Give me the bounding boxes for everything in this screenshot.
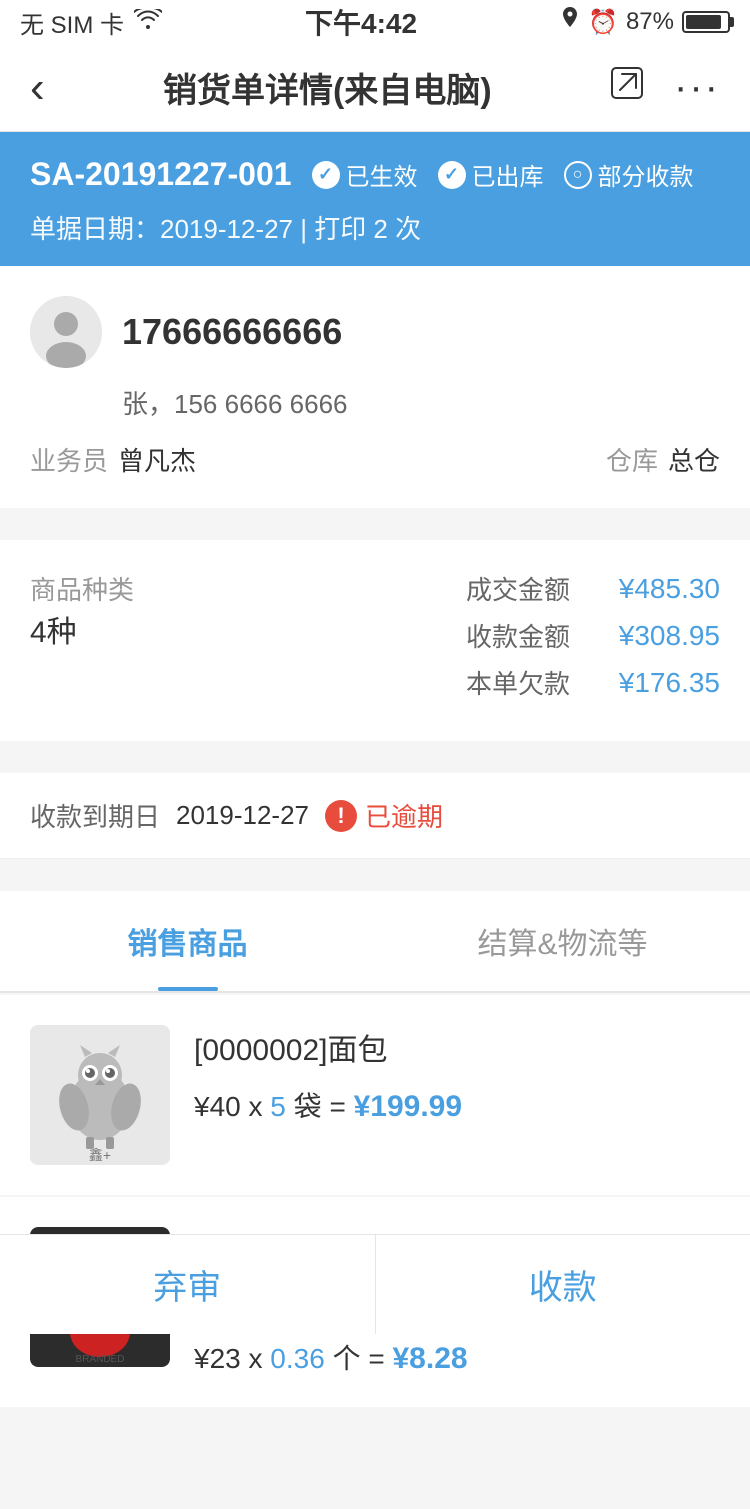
warehouse-name: 总仓 <box>668 441 720 478</box>
customer-meta: 业务员 曾凡杰 仓库 总仓 <box>30 441 720 478</box>
customer-id: 17666666666 <box>122 311 342 353</box>
check-icon-2: ✓ <box>438 161 466 189</box>
tab-underline <box>158 987 218 991</box>
due-date-value: 2019-12-27 <box>176 800 309 831</box>
alarm-icon: ⏰ <box>588 8 618 37</box>
carrier-text: 无 SIM 卡 <box>20 5 124 40</box>
nav-bar: ‹ 销货单详情(来自电脑) ··· <box>0 44 750 132</box>
clock-icon: ○ <box>564 161 592 189</box>
product-info-1: [0000002]面包 ¥40 x 5 袋 = ¥199.99 <box>194 1025 720 1125</box>
product-total-1: ¥199.99 <box>354 1090 462 1123</box>
check-icon-1: ✓ <box>312 161 340 189</box>
collect-payment-button[interactable]: 收款 <box>376 1235 750 1334</box>
badge-shipped: ✓ 已出库 <box>438 157 544 192</box>
svg-text:BRANDED: BRANDED <box>76 1354 125 1365</box>
amount-value: ¥485.30 <box>590 573 720 605</box>
nav-actions: ··· <box>610 65 720 110</box>
abandon-review-button[interactable]: 弃审 <box>0 1235 376 1334</box>
salesperson-label: 业务员 <box>30 441 108 478</box>
page-title: 销货单详情(来自电脑) <box>163 63 492 112</box>
overdue-badge: ! 已逾期 <box>325 797 443 834</box>
order-date: 单据日期：2019-12-27 | 打印 2 次 <box>30 209 720 246</box>
tab-sales[interactable]: 销售商品 <box>0 891 375 991</box>
salesperson-name: 曾凡杰 <box>118 441 196 478</box>
tabs-section: 销售商品 结算&物流等 <box>0 891 750 993</box>
stats-right: 成交金额 ¥485.30 收款金额 ¥308.95 本单欠款 ¥176.35 <box>466 570 720 711</box>
product-price-1: ¥40 x 5 袋 = ¥199.99 <box>194 1085 720 1125</box>
more-button[interactable]: ··· <box>674 65 720 110</box>
status-time: 下午4:42 <box>305 2 417 42</box>
stats-section: 商品种类 4种 成交金额 ¥485.30 收款金额 ¥308.95 本单欠款 ¥… <box>0 540 750 741</box>
product-qty-2: 0.36 <box>270 1343 325 1374</box>
battery-indicator <box>682 11 730 33</box>
type-count: 4种 <box>30 607 134 651</box>
tab-settlement[interactable]: 结算&物流等 <box>375 891 750 991</box>
location-icon <box>560 7 580 38</box>
due-date-section: 收款到期日 2019-12-27 ! 已逾期 <box>0 773 750 859</box>
customer-section: 17666666666 张，156 6666 6666 业务员 曾凡杰 仓库 总… <box>0 266 750 508</box>
product-item: 鑫+ [0000002]面包 ¥40 x 5 袋 = ¥199.99 <box>0 995 750 1195</box>
bottom-bar: 弃审 收款 <box>0 1234 750 1334</box>
due-label: 收款到期日 <box>30 797 160 834</box>
header-banner: SA-20191227-001 ✓ 已生效 ✓ 已出库 ○ 部分收款 单据日期：… <box>0 132 750 266</box>
owed-value: ¥176.35 <box>590 667 720 699</box>
warehouse-label: 仓库 <box>606 441 658 478</box>
overdue-icon: ! <box>325 800 357 832</box>
received-row: 收款金额 ¥308.95 <box>466 617 720 654</box>
battery-text: 87% <box>626 8 674 36</box>
status-right: ⏰ 87% <box>560 7 730 38</box>
product-total-2: ¥8.28 <box>393 1342 468 1375</box>
badge-partial-payment: ○ 部分收款 <box>564 157 694 192</box>
amount-row: 成交金额 ¥485.30 <box>466 570 720 607</box>
product-image-1: 鑫+ <box>30 1025 170 1165</box>
customer-contact: 张，156 6666 6666 <box>122 384 720 421</box>
type-label: 商品种类 <box>30 570 134 607</box>
back-button[interactable]: ‹ <box>30 63 45 113</box>
stats-left: 商品种类 4种 <box>30 570 134 651</box>
product-list: 鑫+ [0000002]面包 ¥40 x 5 袋 = ¥199.99 <box>0 995 750 1407</box>
svg-text:鑫+: 鑫+ <box>89 1147 111 1163</box>
status-bar: 无 SIM 卡 下午4:42 ⏰ 87% <box>0 0 750 44</box>
product-name-1: [0000002]面包 <box>194 1025 720 1069</box>
product-price-2: ¥23 x 0.36 个 = ¥8.28 <box>194 1337 720 1377</box>
avatar <box>30 296 102 368</box>
product-qty-1: 5 <box>270 1091 286 1122</box>
received-value: ¥308.95 <box>590 620 720 652</box>
share-button[interactable] <box>610 66 644 109</box>
badge-effective: ✓ 已生效 <box>312 157 418 192</box>
order-id: SA-20191227-001 <box>30 156 292 193</box>
overdue-text: 已逾期 <box>365 797 443 834</box>
wifi-icon <box>134 8 162 36</box>
owed-row: 本单欠款 ¥176.35 <box>466 664 720 701</box>
status-carrier: 无 SIM 卡 <box>20 5 162 40</box>
